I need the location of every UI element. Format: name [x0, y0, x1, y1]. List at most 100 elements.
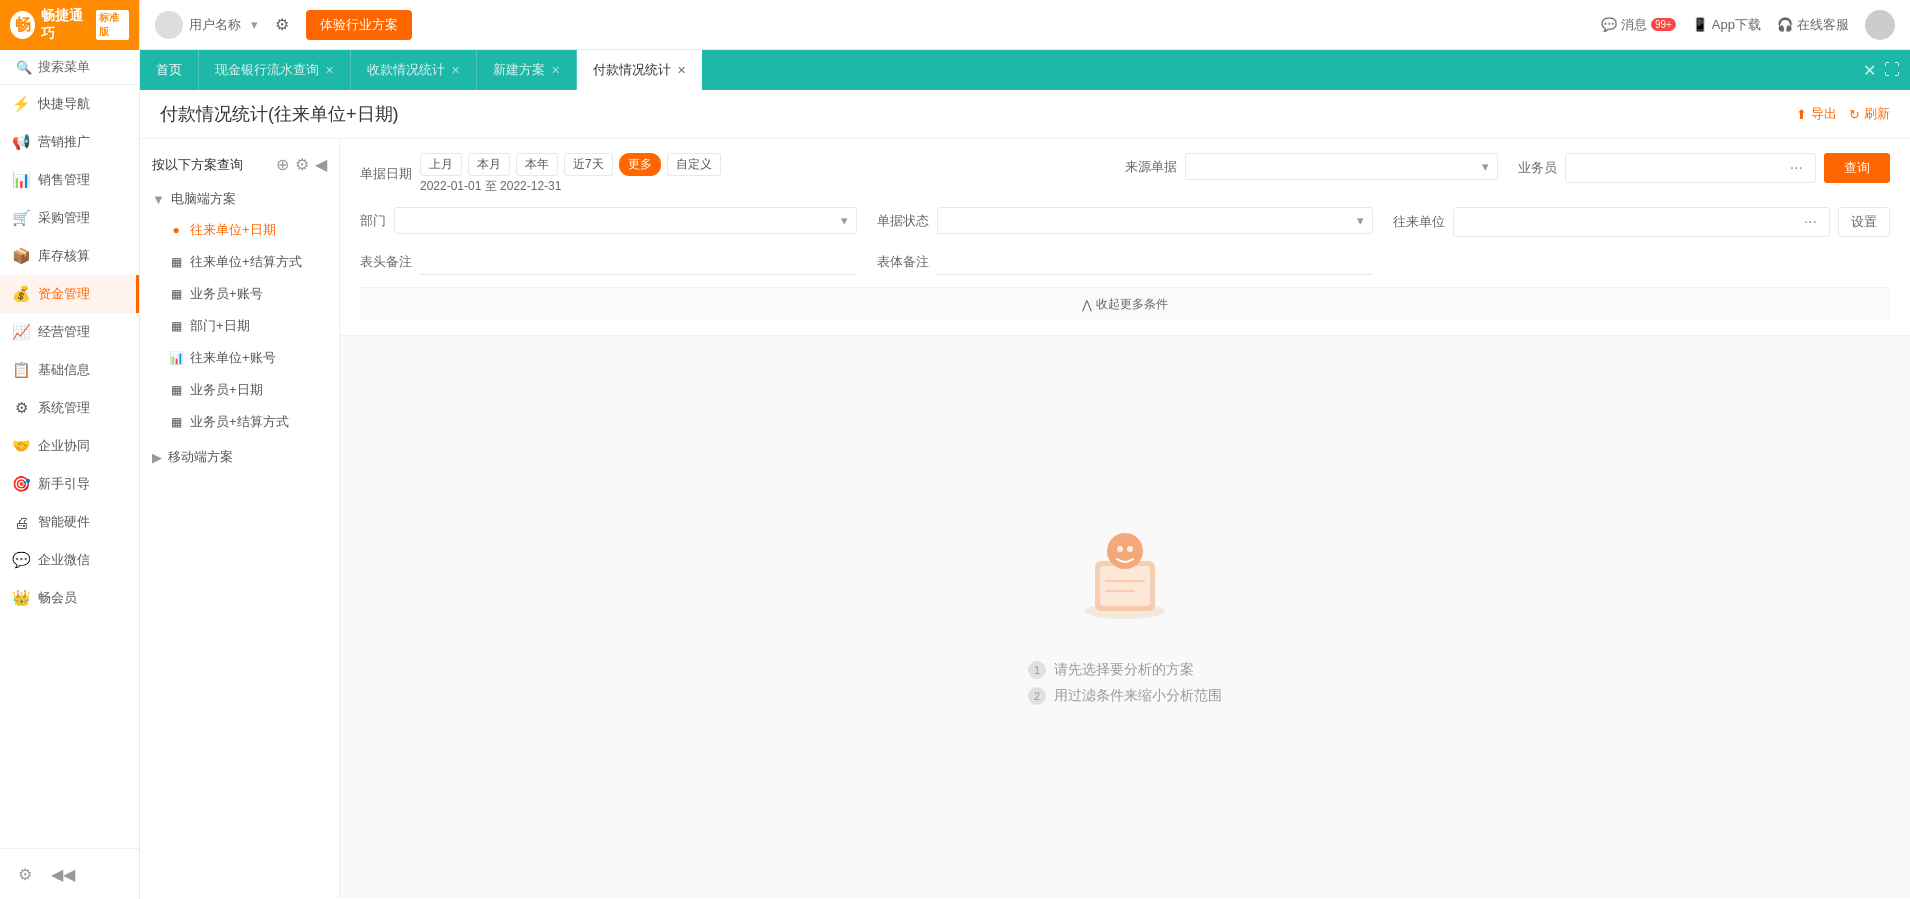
- head-note-input[interactable]: [420, 249, 857, 275]
- scheme-item-partner-account[interactable]: 📊 往来单位+账号: [140, 342, 339, 374]
- sidebar-item-label-quick-nav: 快捷导航: [38, 95, 90, 113]
- content-area: 按以下方案查询 ⊕ ⚙ ◀ ▼ 电脑端方案 ●: [140, 139, 1910, 898]
- sidebar-item-wechat[interactable]: 💬 企业微信: [0, 541, 139, 579]
- logo-icon: 畅: [10, 11, 35, 39]
- online-service-btn[interactable]: 🎧 在线客服: [1777, 16, 1849, 34]
- source-doc-select[interactable]: ▾: [1185, 153, 1498, 180]
- doc-status-label: 单据状态: [877, 212, 929, 230]
- partner-label: 往来单位: [1393, 213, 1445, 231]
- filter-dept: 部门 ▾: [360, 207, 857, 234]
- settings-btn[interactable]: 设置: [1838, 207, 1890, 237]
- scheme-item-staff-settlement[interactable]: ▦ 业务员+结算方式: [140, 406, 339, 438]
- collapse-sidebar-icon[interactable]: ◀◀: [48, 859, 78, 889]
- scheme-item-staff-date[interactable]: ▦ 业务员+日期: [140, 374, 339, 406]
- tab-receipt-stats-close[interactable]: ✕: [451, 64, 460, 77]
- user-name: 用户名称: [189, 16, 241, 34]
- partner-select[interactable]: ···: [1453, 207, 1830, 237]
- topbar-dropdown-arrow[interactable]: ▾: [251, 17, 258, 32]
- scheme-item-label-4: 往来单位+账号: [190, 349, 276, 367]
- tab-receipt-stats[interactable]: 收款情况统计 ✕: [351, 50, 477, 90]
- export-btn[interactable]: ⬆ 导出: [1796, 105, 1837, 123]
- salesperson-ellipsis[interactable]: ···: [1786, 159, 1807, 177]
- sidebar-item-hardware[interactable]: 🖨 智能硬件: [0, 503, 139, 541]
- main-area: 用户名称 ▾ ⚙ 体验行业方案 💬 消息 99+ 📱 App下载 🎧 在线客服: [140, 0, 1910, 899]
- tab-close-all-icon[interactable]: ✕: [1863, 61, 1876, 80]
- collapse-panel-icon[interactable]: ◀: [315, 155, 327, 174]
- scheme-item-dept-date[interactable]: ▦ 部门+日期: [140, 310, 339, 342]
- scheme-item-icon-3: ▦: [168, 318, 184, 334]
- settings-scheme-icon[interactable]: ⚙: [295, 155, 309, 174]
- date-btn-this-year[interactable]: 本年: [516, 153, 558, 176]
- sidebar-item-icon-purchase: 🛒: [12, 209, 30, 227]
- tip-num-1: 1: [1028, 661, 1046, 679]
- tab-new-scheme-close[interactable]: ✕: [551, 64, 560, 77]
- tab-bank-flow[interactable]: 现金银行流水查询 ✕: [199, 50, 351, 90]
- right-panel: 单据日期 上月 本月 本年 近7天 更多 自定义: [340, 139, 1910, 898]
- sidebar-item-label-guide: 新手引导: [38, 475, 90, 493]
- dept-select[interactable]: ▾: [394, 207, 857, 234]
- section-mobile-label: 移动端方案: [168, 448, 233, 466]
- settings-icon[interactable]: ⚙: [10, 859, 40, 889]
- sidebar-item-system[interactable]: ⚙ 系统管理: [0, 389, 139, 427]
- trial-btn[interactable]: 体验行业方案: [306, 10, 412, 40]
- tab-home[interactable]: 首页: [140, 50, 199, 90]
- scheme-item-icon-2: ▦: [168, 286, 184, 302]
- scheme-item-label-0: 往来单位+日期: [190, 221, 276, 239]
- empty-tip-1: 1 请先选择要分析的方案: [1028, 661, 1222, 679]
- date-btn-7days[interactable]: 近7天: [564, 153, 613, 176]
- date-btn-this-month[interactable]: 本月: [468, 153, 510, 176]
- sidebar-item-inventory[interactable]: 📦 库存核算: [0, 237, 139, 275]
- tab-payment-stats-close[interactable]: ✕: [677, 64, 686, 77]
- mobile-section-arrow-icon: ▶: [152, 450, 162, 465]
- sidebar-item-basic[interactable]: 📋 基础信息: [0, 351, 139, 389]
- app-download-btn[interactable]: 📱 App下载: [1692, 16, 1761, 34]
- collapse-bar[interactable]: ⋀ 收起更多条件: [360, 287, 1890, 321]
- scheme-item-partner-settlement[interactable]: ▦ 往来单位+结算方式: [140, 246, 339, 278]
- message-btn[interactable]: 💬 消息 99+: [1601, 16, 1676, 34]
- sidebar-search[interactable]: 🔍 搜索菜单: [0, 50, 139, 85]
- sidebar-item-icon-basic: 📋: [12, 361, 30, 379]
- scheme-section-desktop-header[interactable]: ▼ 电脑端方案: [140, 184, 339, 214]
- empty-area: 1 请先选择要分析的方案 2 用过滤条件来缩小分析范围: [340, 336, 1910, 898]
- sidebar-item-icon-guide: 🎯: [12, 475, 30, 493]
- sidebar-item-operation[interactable]: 📈 经营管理: [0, 313, 139, 351]
- partner-ellipsis[interactable]: ···: [1800, 213, 1821, 231]
- scheme-item-staff-account[interactable]: ▦ 业务员+账号: [140, 278, 339, 310]
- sidebar-item-label-cooperation: 企业协同: [38, 437, 90, 455]
- date-btn-custom[interactable]: 自定义: [667, 153, 721, 176]
- date-btn-last-month[interactable]: 上月: [420, 153, 462, 176]
- tab-expand-icon[interactable]: ⛶: [1884, 61, 1900, 79]
- sidebar-item-marketing[interactable]: 📢 营销推广: [0, 123, 139, 161]
- sidebar-item-label-hardware: 智能硬件: [38, 513, 90, 531]
- sidebar-item-cooperation[interactable]: 🤝 企业协同: [0, 427, 139, 465]
- filter-date: 单据日期 上月 本月 本年 近7天 更多 自定义: [360, 153, 1105, 195]
- sidebar-item-quick-nav[interactable]: ⚡ 快捷导航: [0, 85, 139, 123]
- sidebar-item-label-wechat: 企业微信: [38, 551, 90, 569]
- sidebar-item-label-purchase: 采购管理: [38, 209, 90, 227]
- refresh-btn[interactable]: ↻ 刷新: [1849, 105, 1890, 123]
- tab-payment-stats[interactable]: 付款情况统计 ✕: [577, 50, 702, 90]
- salesperson-select[interactable]: ···: [1565, 153, 1817, 183]
- filter-salesperson: 业务员 ··· 查询: [1518, 153, 1891, 183]
- sidebar-item-icon-system: ⚙: [12, 399, 30, 417]
- sidebar-item-sales[interactable]: 📊 销售管理: [0, 161, 139, 199]
- page-inner: 付款情况统计(往来单位+日期) ⬆ 导出 ↻ 刷新: [140, 90, 1910, 899]
- sidebar-item-guide[interactable]: 🎯 新手引导: [0, 465, 139, 503]
- dept-label: 部门: [360, 212, 386, 230]
- tab-bank-flow-close[interactable]: ✕: [325, 64, 334, 77]
- sidebar-item-member[interactable]: 👑 畅会员: [0, 579, 139, 617]
- date-btn-more[interactable]: 更多: [619, 153, 661, 176]
- scheme-item-partner-date[interactable]: ● 往来单位+日期: [140, 214, 339, 246]
- sidebar-item-icon-sales: 📊: [12, 171, 30, 189]
- scheme-section-mobile-header[interactable]: ▶ 移动端方案: [140, 442, 339, 472]
- topbar-user-avatar[interactable]: [1865, 10, 1895, 40]
- body-note-input[interactable]: [937, 249, 1374, 275]
- doc-status-select[interactable]: ▾: [937, 207, 1374, 234]
- add-scheme-icon[interactable]: ⊕: [276, 155, 289, 174]
- sidebar-nav: ⚡ 快捷导航 📢 营销推广 📊 销售管理 🛒 采购管理 📦 库存核算 💰 资金管…: [0, 85, 139, 848]
- sidebar-item-purchase[interactable]: 🛒 采购管理: [0, 199, 139, 237]
- query-btn[interactable]: 查询: [1824, 153, 1890, 183]
- sidebar-item-finance[interactable]: 💰 资金管理: [0, 275, 139, 313]
- topbar-gear-icon[interactable]: ⚙: [268, 11, 296, 39]
- tab-new-scheme[interactable]: 新建方案 ✕: [477, 50, 577, 90]
